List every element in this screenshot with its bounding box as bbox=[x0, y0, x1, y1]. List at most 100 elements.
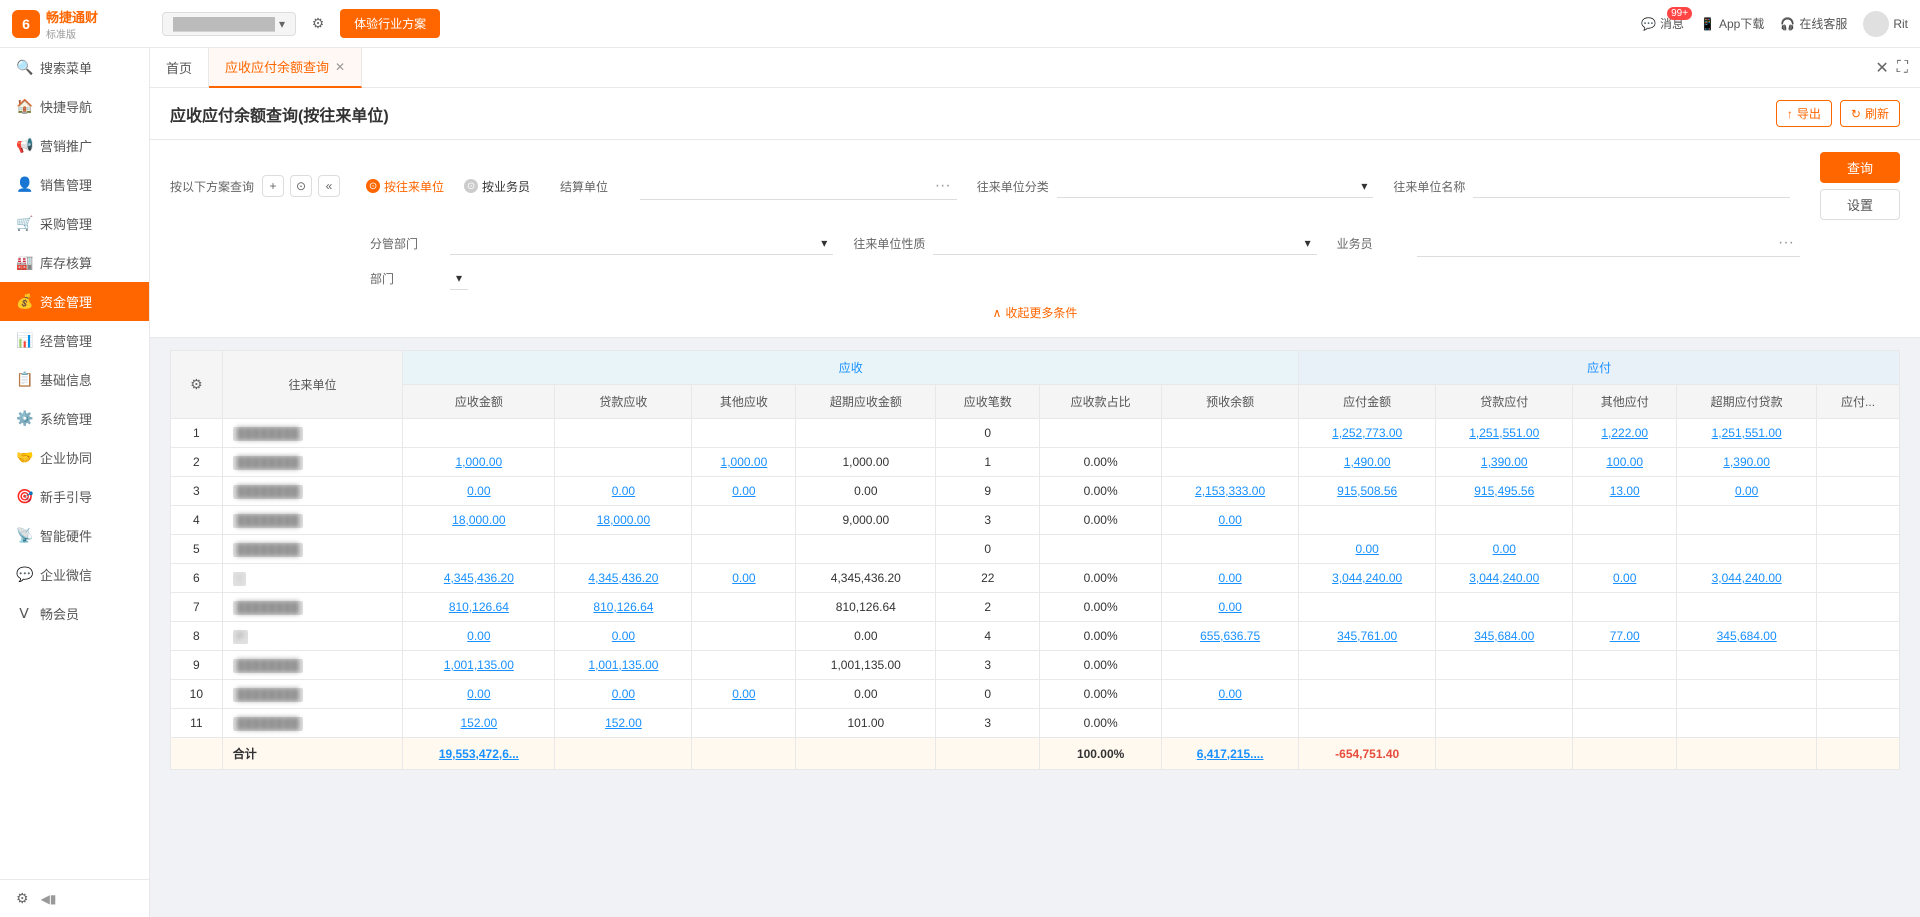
tab-close-window-btn[interactable]: ✕ bbox=[1871, 54, 1892, 82]
table-cell[interactable]: 0.00 bbox=[403, 477, 555, 506]
sidebar-item-finance[interactable]: 💰 资金管理 bbox=[0, 282, 149, 321]
table-cell[interactable]: 0.00 bbox=[1162, 680, 1299, 709]
sidebar-item-guide[interactable]: 🎯 新手引导 bbox=[0, 477, 149, 516]
table-cell[interactable]: 915,495.56 bbox=[1436, 477, 1573, 506]
sidebar-item-purchase[interactable]: 🛒 采购管理 bbox=[0, 204, 149, 243]
sidebar-item-system[interactable]: ⚙️ 系统管理 bbox=[0, 399, 149, 438]
tab-home[interactable]: 首页 bbox=[150, 48, 209, 88]
table-cell[interactable]: 1,252,773.00 bbox=[1299, 419, 1436, 448]
table-cell[interactable]: 345,684.00 bbox=[1677, 622, 1817, 651]
sidebar-collapse-icon[interactable]: ◀▮ bbox=[41, 892, 57, 906]
table-cell[interactable]: 1,390.00 bbox=[1677, 448, 1817, 477]
table-cell[interactable]: 1,001,135.00 bbox=[403, 651, 555, 680]
table-cell[interactable]: 2,153,333.00 bbox=[1162, 477, 1299, 506]
table-cell[interactable]: 0.00 bbox=[1436, 535, 1573, 564]
table-cell[interactable]: 1,222.00 bbox=[1573, 419, 1677, 448]
refresh-button[interactable]: ↻ 刷新 bbox=[1840, 100, 1900, 127]
sidebar-item-sales[interactable]: 👤 销售管理 bbox=[0, 165, 149, 204]
table-cell[interactable]: 4,345,436.20 bbox=[555, 564, 692, 593]
sidebar-item-corp[interactable]: 🤝 企业协同 bbox=[0, 438, 149, 477]
sidebar-item-operation[interactable]: 📊 经营管理 bbox=[0, 321, 149, 360]
sidebar-item-hardware[interactable]: 📡 智能硬件 bbox=[0, 516, 149, 555]
table-cell[interactable]: 0.00 bbox=[1162, 564, 1299, 593]
table-cell[interactable]: 1,000.00 bbox=[403, 448, 555, 477]
field-dept-select[interactable]: ▾ bbox=[450, 267, 468, 290]
table-cell[interactable]: 3,044,240.00 bbox=[1677, 564, 1817, 593]
company-selector[interactable]: ████████████ ▾ bbox=[162, 12, 296, 36]
table-settings-icon[interactable]: ⚙ bbox=[190, 376, 203, 392]
table-cell[interactable]: 4,345,436.20 bbox=[403, 564, 555, 593]
download-item[interactable]: 📱 App下载 bbox=[1700, 15, 1764, 32]
set-button[interactable]: 设置 bbox=[1820, 189, 1900, 220]
field-wanglai-name-input[interactable] bbox=[1473, 175, 1790, 198]
sidebar-item-inventory[interactable]: 🏭 库存核算 bbox=[0, 243, 149, 282]
target-filter-btn[interactable]: ⊙ bbox=[290, 175, 312, 197]
footer-ar-amount[interactable]: 19,553,472,6... bbox=[403, 738, 555, 770]
sidebar-item-wechat[interactable]: 💬 企业微信 bbox=[0, 555, 149, 594]
table-cell[interactable]: 0.00 bbox=[1162, 506, 1299, 535]
table-cell[interactable]: 3,044,240.00 bbox=[1299, 564, 1436, 593]
table-container[interactable]: ⚙ 往来单位 应收 应付 应收金额 贷款应收 其他应收 超期应收金额 应收笔数 … bbox=[150, 338, 1920, 917]
table-cell[interactable]: 810,126.64 bbox=[555, 593, 692, 622]
tab-close-icon[interactable]: ✕ bbox=[335, 60, 345, 74]
table-cell[interactable]: 152.00 bbox=[403, 709, 555, 738]
table-cell[interactable]: 0.00 bbox=[1299, 535, 1436, 564]
th-settings[interactable]: ⚙ bbox=[171, 351, 223, 419]
table-cell[interactable]: 0.00 bbox=[1162, 593, 1299, 622]
settings-icon[interactable]: ⚙ bbox=[304, 10, 332, 38]
table-cell[interactable]: 1,251,551.00 bbox=[1677, 419, 1817, 448]
table-cell[interactable]: 100.00 bbox=[1573, 448, 1677, 477]
table-cell[interactable]: 1,000.00 bbox=[692, 448, 796, 477]
filter-nav-partner[interactable]: ⊙ 按往来单位 bbox=[356, 174, 454, 199]
table-cell[interactable]: 3,044,240.00 bbox=[1436, 564, 1573, 593]
table-cell[interactable]: 0.00 bbox=[555, 680, 692, 709]
sidebar-item-marketing[interactable]: 📢 营销推广 bbox=[0, 126, 149, 165]
table-cell[interactable]: 1,001,135.00 bbox=[555, 651, 692, 680]
message-item[interactable]: 💬 消息 99+ bbox=[1641, 15, 1684, 32]
table-cell[interactable]: 152.00 bbox=[555, 709, 692, 738]
table-cell[interactable]: 655,636.75 bbox=[1162, 622, 1299, 651]
query-button[interactable]: 查询 bbox=[1820, 152, 1900, 183]
table-cell[interactable]: 0.00 bbox=[692, 477, 796, 506]
add-filter-btn[interactable]: + bbox=[262, 175, 284, 197]
table-cell[interactable]: 0.00 bbox=[1677, 477, 1817, 506]
field-wanglai-type-select[interactable]: ▾ bbox=[1057, 175, 1374, 198]
field-salesman-dots[interactable]: ··· bbox=[1778, 234, 1794, 252]
table-cell[interactable]: 77.00 bbox=[1573, 622, 1677, 651]
collapse-filter-btn[interactable]: « bbox=[318, 175, 340, 197]
table-cell[interactable]: 0.00 bbox=[403, 680, 555, 709]
table-cell[interactable]: 0.00 bbox=[1573, 564, 1677, 593]
filter-nav-salesman[interactable]: ⊙ 按业务员 bbox=[454, 174, 540, 199]
table-cell[interactable]: 1,490.00 bbox=[1299, 448, 1436, 477]
table-cell[interactable]: 1,390.00 bbox=[1436, 448, 1573, 477]
trial-button[interactable]: 体验行业方案 bbox=[340, 9, 440, 38]
tab-maximize-btn[interactable]: ⛶ bbox=[1893, 55, 1912, 81]
field-wanglai-nature-select[interactable]: ▾ bbox=[933, 232, 1316, 255]
table-cell[interactable]: 810,126.64 bbox=[403, 593, 555, 622]
sidebar-settings-icon[interactable]: ⚙ bbox=[16, 890, 29, 907]
footer-ar-prepay[interactable]: 6,417,215.... bbox=[1162, 738, 1299, 770]
sidebar-item-basic[interactable]: 📋 基础信息 bbox=[0, 360, 149, 399]
table-cell[interactable]: 345,684.00 bbox=[1436, 622, 1573, 651]
table-cell[interactable]: 18,000.00 bbox=[555, 506, 692, 535]
table-cell[interactable]: 345,761.00 bbox=[1299, 622, 1436, 651]
table-cell[interactable]: 13.00 bbox=[1573, 477, 1677, 506]
collapse-btn[interactable]: ∧ 收起更多条件 bbox=[170, 300, 1900, 325]
tab-arbalance[interactable]: 应收应付余额查询 ✕ bbox=[209, 48, 362, 88]
field-fenguan-select[interactable]: ▾ bbox=[450, 232, 833, 255]
service-item[interactable]: 🎧 在线客服 bbox=[1780, 15, 1847, 32]
table-cell[interactable]: 0.00 bbox=[555, 477, 692, 506]
table-cell[interactable]: 0.00 bbox=[403, 622, 555, 651]
field-jiesuan-dots[interactable]: ··· bbox=[935, 177, 951, 195]
sidebar-item-quick[interactable]: 🏠 快捷导航 bbox=[0, 87, 149, 126]
table-cell[interactable]: 18,000.00 bbox=[403, 506, 555, 535]
sidebar-item-member[interactable]: Ⅴ 畅会员 bbox=[0, 594, 149, 633]
sidebar-item-search[interactable]: 🔍 搜索菜单 bbox=[0, 48, 149, 87]
table-cell[interactable]: 915,508.56 bbox=[1299, 477, 1436, 506]
table-cell[interactable]: 1,251,551.00 bbox=[1436, 419, 1573, 448]
export-button[interactable]: ↑ 导出 bbox=[1776, 100, 1832, 127]
table-cell[interactable]: 0.00 bbox=[692, 680, 796, 709]
table-cell[interactable]: 0.00 bbox=[692, 564, 796, 593]
user-item[interactable]: Rit bbox=[1863, 11, 1908, 37]
table-cell[interactable]: 0.00 bbox=[555, 622, 692, 651]
